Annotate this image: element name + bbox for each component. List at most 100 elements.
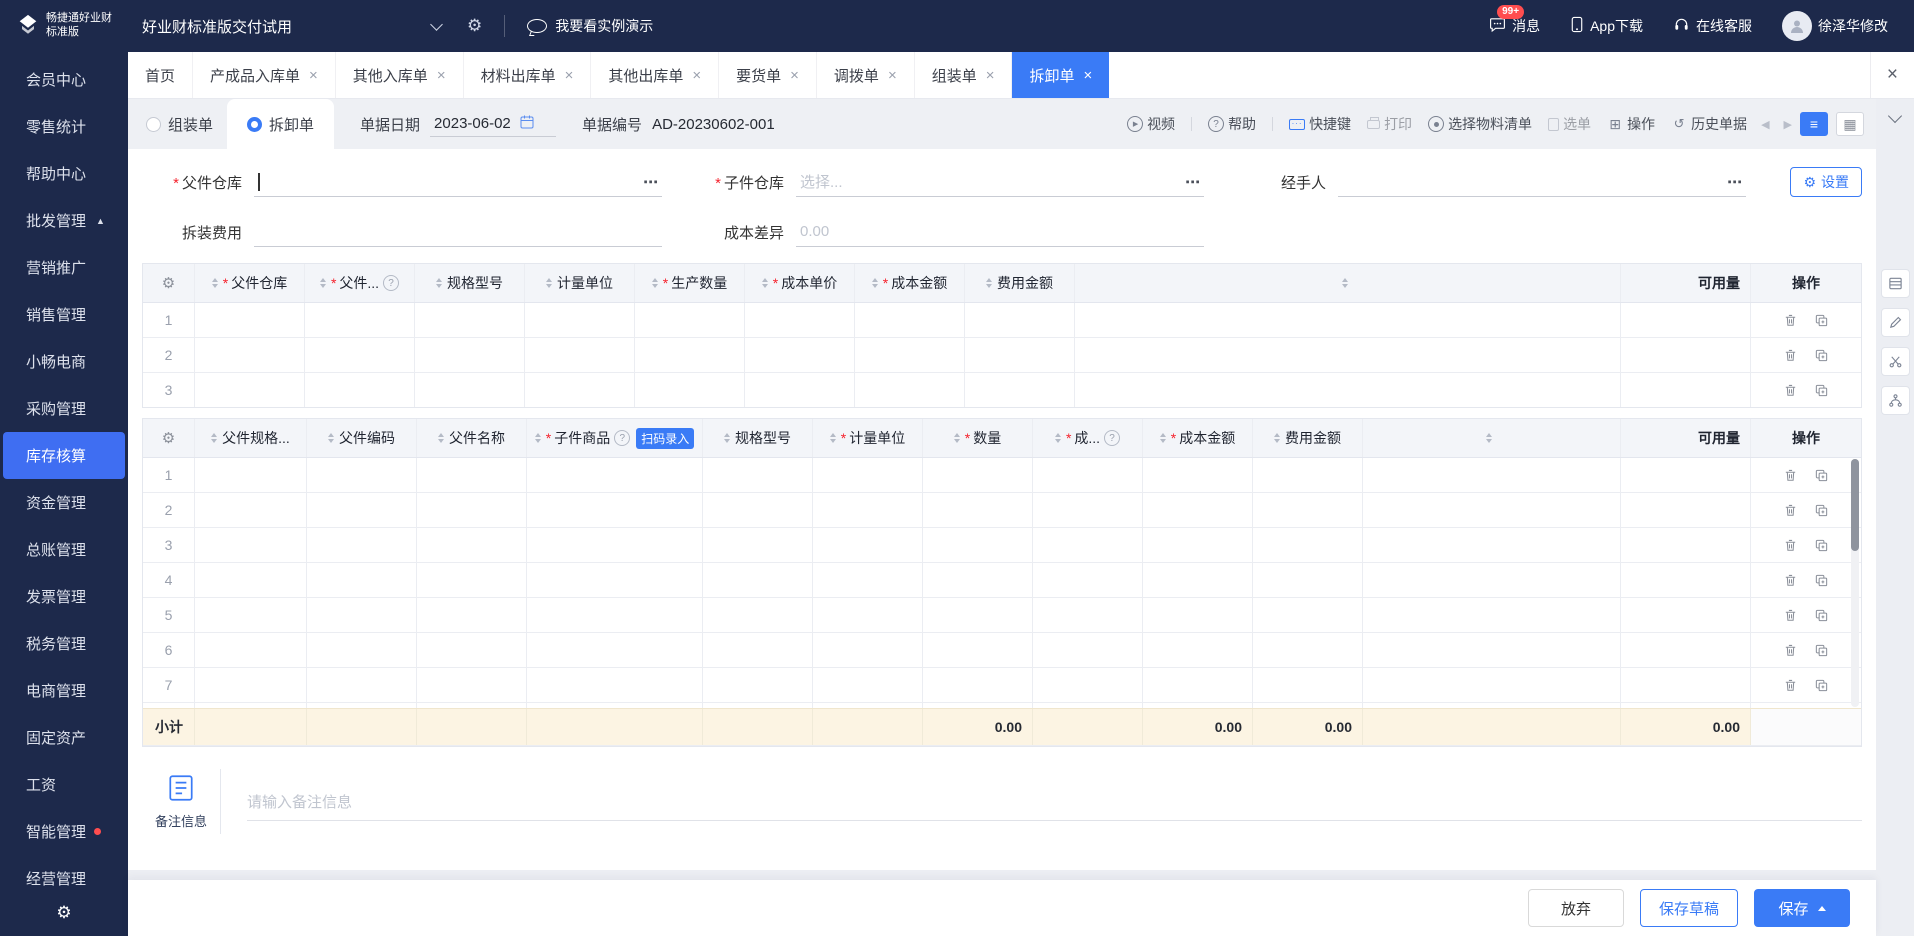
empty-cell[interactable] [1363,668,1621,702]
empty-cell[interactable] [307,563,417,597]
empty-cell[interactable] [307,528,417,562]
help-icon[interactable]: ? [1104,430,1121,446]
sort-icon[interactable] [534,433,541,443]
empty-cell[interactable] [1075,373,1621,407]
sort-icon[interactable] [211,278,218,288]
tab-5[interactable]: 要货单 × [719,52,817,98]
discard-button[interactable]: 放弃 [1527,889,1624,927]
sidebar-item-4[interactable]: 营销推广 [0,244,128,291]
column-settings-gear-icon[interactable]: ⚙ [162,274,175,292]
column-header-10[interactable]: 费用金额 [1253,419,1363,457]
empty-cell[interactable] [1621,668,1751,702]
column-header-3[interactable]: 规格型号 [415,264,525,302]
disassembly-order-radio[interactable]: 拆卸单 [247,114,314,135]
column-header-2[interactable]: * 父件...? [305,264,415,302]
empty-cell[interactable] [965,338,1075,372]
empty-cell[interactable] [1033,633,1143,667]
sort-icon[interactable] [829,433,836,443]
help-icon[interactable]: ? [614,430,631,446]
save-button[interactable]: 保存 [1754,889,1850,927]
doc-action[interactable]: 选单 [1548,114,1591,134]
empty-cell[interactable] [415,338,525,372]
empty-cell[interactable] [195,633,307,667]
empty-cell[interactable] [195,528,307,562]
trash-icon[interactable] [1783,383,1798,398]
sort-icon[interactable] [1054,433,1061,443]
sort-icon[interactable] [761,278,768,288]
copy-icon[interactable] [1814,573,1829,588]
messages-button[interactable]: 99+ 消息 [1489,5,1540,36]
picker-dots-icon[interactable]: ⋯ [1727,173,1742,191]
empty-cell[interactable] [813,633,923,667]
sidebar-item-15[interactable]: 工资 [0,761,128,808]
empty-cell[interactable] [923,633,1033,667]
empty-cell[interactable] [307,458,417,492]
empty-cell[interactable] [813,563,923,597]
sort-icon[interactable] [438,433,444,443]
flow-icon[interactable] [1880,386,1910,415]
column-header-3[interactable]: 父件名称 [417,419,527,457]
empty-cell[interactable] [813,528,923,562]
trash-icon[interactable] [1783,608,1798,623]
empty-cell[interactable] [415,303,525,337]
trash-icon[interactable] [1783,468,1798,483]
trash-icon[interactable] [1783,678,1798,693]
collapse-chevron-icon[interactable] [1887,108,1903,124]
empty-cell[interactable] [813,458,923,492]
sidebar-item-16[interactable]: 智能管理 [0,808,128,855]
sidebar-item-17[interactable]: 经营管理 [0,855,128,890]
copy-icon[interactable] [1814,468,1829,483]
empty-cell[interactable] [1033,458,1143,492]
empty-cell[interactable] [525,338,635,372]
sidebar-item-11[interactable]: 发票管理 [0,573,128,620]
empty-cell[interactable] [923,668,1033,702]
empty-cell[interactable] [525,373,635,407]
empty-cell[interactable] [417,528,527,562]
copy-icon[interactable] [1814,383,1829,398]
empty-cell[interactable] [1033,493,1143,527]
empty-cell[interactable] [703,633,813,667]
sort-icon[interactable] [1342,278,1348,288]
tab-1[interactable]: 产成品入库单 × [193,52,336,98]
tab-3[interactable]: 材料出库单 × [464,52,592,98]
sort-icon[interactable] [871,278,878,288]
empty-cell[interactable] [195,338,305,372]
column-header-1[interactable]: * 父件仓库 [195,264,305,302]
empty-cell[interactable] [305,303,415,337]
close-icon[interactable]: × [692,67,701,84]
note-icon[interactable] [1880,308,1910,337]
close-icon[interactable]: × [888,67,897,84]
empty-cell[interactable] [923,528,1033,562]
sort-icon[interactable] [319,278,326,288]
column-header-12[interactable]: 可用量 [1621,419,1751,457]
empty-cell[interactable] [703,458,813,492]
column-header-1[interactable]: 父件规格... [195,419,307,457]
app-download-button[interactable]: App下载 [1570,16,1643,36]
empty-cell[interactable] [1253,668,1363,702]
empty-cell[interactable] [1621,338,1751,372]
empty-cell[interactable] [703,598,813,632]
copy-icon[interactable] [1814,313,1829,328]
empty-cell[interactable] [1253,493,1363,527]
sort-icon[interactable] [1486,433,1492,443]
empty-cell[interactable] [305,373,415,407]
empty-cell[interactable] [1143,458,1253,492]
empty-cell[interactable] [527,563,703,597]
empty-cell[interactable] [417,598,527,632]
empty-cell[interactable] [1253,528,1363,562]
empty-cell[interactable] [1143,633,1253,667]
empty-cell[interactable] [635,338,745,372]
close-icon[interactable]: × [437,67,446,84]
sidebar-item-1[interactable]: 零售统计 [0,103,128,150]
copy-icon[interactable] [1814,503,1829,518]
tab-0[interactable]: 首页 [128,52,194,98]
empty-cell[interactable] [307,668,417,702]
close-icon[interactable]: × [986,67,995,84]
play-action[interactable]: 视频 [1127,114,1175,134]
copy-icon[interactable] [1814,678,1829,693]
empty-cell[interactable] [1621,493,1751,527]
column-header-blank[interactable] [1075,264,1621,302]
tab-7[interactable]: 组装单 × [915,52,1013,98]
empty-cell[interactable] [527,598,703,632]
empty-cell[interactable] [1033,528,1143,562]
